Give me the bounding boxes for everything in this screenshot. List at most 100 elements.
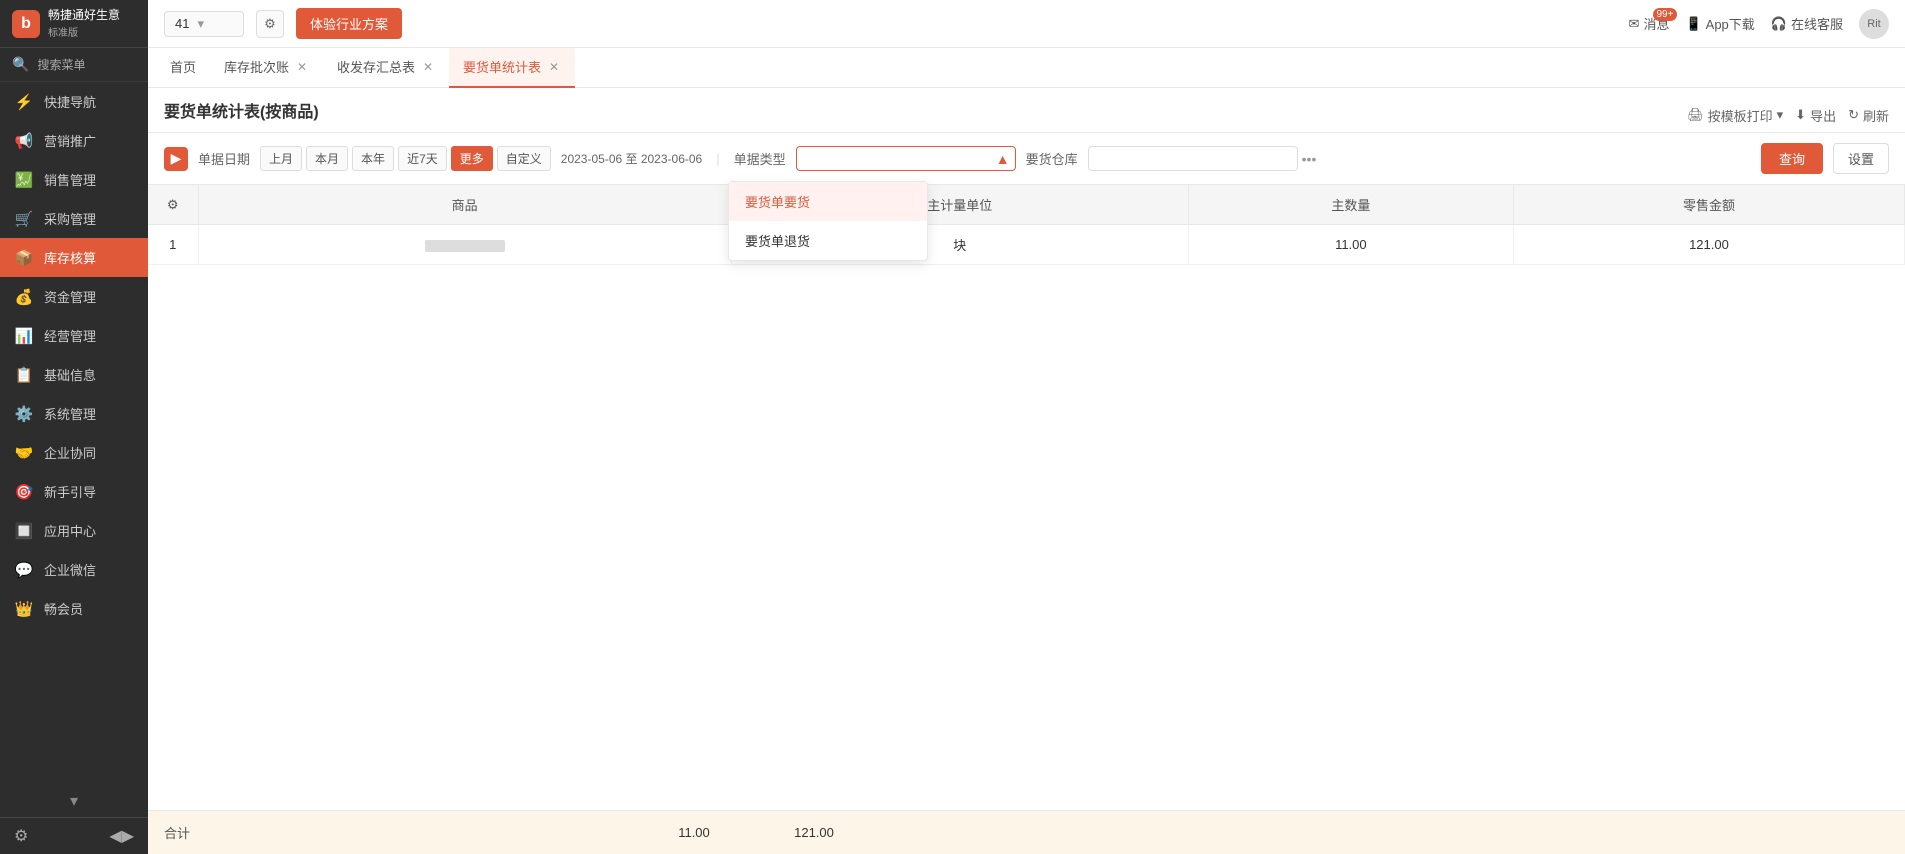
app-download-action[interactable]: 📱 App下载 <box>1685 14 1754 33</box>
system-icon: ⚙️ <box>14 405 34 423</box>
refresh-label: 刷新 <box>1863 106 1889 125</box>
dropdown-item-order-goods[interactable]: 要货单要货 <box>729 182 927 221</box>
sidebar-item-label-quick-nav: 快捷导航 <box>44 92 96 111</box>
sales-icon: 💹 <box>14 171 34 189</box>
sidebar-item-label-purchase: 采购管理 <box>44 209 96 228</box>
filter-bar: ▶ 单据日期 上月本月本年近7天更多自定义 2023-05-06 至 2023-… <box>148 133 1905 185</box>
set-btn[interactable]: 设置 <box>1833 143 1889 174</box>
print-icon: 🖨 <box>1687 107 1704 123</box>
refresh-action[interactable]: ↻ 刷新 <box>1848 106 1889 125</box>
guide-icon: 🎯 <box>14 483 34 501</box>
support-label: 在线客服 <box>1791 14 1843 33</box>
support-action[interactable]: 🎧 在线客服 <box>1771 14 1843 33</box>
sidebar-item-basic[interactable]: 📋 基础信息 <box>0 355 148 394</box>
app-name: 畅捷通好生意 <box>48 8 120 24</box>
table-row: 1块11.00121.00 <box>148 225 1905 265</box>
settings-icon[interactable]: ⚙ <box>14 826 28 846</box>
export-action[interactable]: ⬇ 导出 <box>1795 106 1836 125</box>
sidebar-item-business[interactable]: 📊 经营管理 <box>0 316 148 355</box>
sidebar-item-collab[interactable]: 🤝 企业协同 <box>0 433 148 472</box>
tab-label-receive-summary: 收发存汇总表 <box>337 57 415 76</box>
print-action[interactable]: 🖨 按模板打印 ▾ <box>1687 106 1783 125</box>
sidebar-item-label-system: 系统管理 <box>44 404 96 423</box>
date-btn-custom[interactable]: 自定义 <box>497 146 551 171</box>
warehouse-more-btn[interactable]: ••• <box>1302 151 1317 167</box>
tab-close-order-stats[interactable]: ✕ <box>547 60 561 74</box>
filter-expand-btn[interactable]: ▶ <box>164 147 188 171</box>
date-btn-last-month[interactable]: 上月 <box>260 146 302 171</box>
sidebar-item-system[interactable]: ⚙️ 系统管理 <box>0 394 148 433</box>
collab-icon: 🤝 <box>14 444 34 462</box>
page-header: 要货单统计表(按商品) 🖨 按模板打印 ▾ ⬇ 导出 ↻ 刷新 <box>148 88 1905 133</box>
messages-action[interactable]: ✉ 消息 99+ <box>1629 14 1670 33</box>
warehouse-input[interactable] <box>1088 146 1298 171</box>
warehouse-label: 要货仓库 <box>1026 149 1078 168</box>
export-label: 导出 <box>1810 106 1836 125</box>
type-select-input[interactable] <box>796 146 1016 171</box>
tab-close-receive-summary[interactable]: ✕ <box>421 60 435 74</box>
member-icon: 👑 <box>14 600 34 618</box>
sidebar-item-quick-nav[interactable]: ⚡ 快捷导航 <box>0 82 148 121</box>
col-index[interactable]: ⚙ <box>148 185 198 225</box>
tab-label-inventory-batch: 库存批次账 <box>224 57 289 76</box>
purchase-icon: 🛒 <box>14 210 34 228</box>
tab-inventory-batch[interactable]: 库存批次账 ✕ <box>210 48 323 88</box>
tab-close-inventory-batch[interactable]: ✕ <box>295 60 309 74</box>
sidebar-item-inventory[interactable]: 📦 库存核算 <box>0 238 148 277</box>
sidebar-item-sales[interactable]: 💹 销售管理 <box>0 160 148 199</box>
table-gear-icon[interactable]: ⚙ <box>167 197 179 212</box>
sidebar-item-appstore[interactable]: 🔲 应用中心 <box>0 511 148 550</box>
sidebar-item-finance[interactable]: 💰 资金管理 <box>0 277 148 316</box>
sidebar-item-purchase[interactable]: 🛒 采购管理 <box>0 199 148 238</box>
top-header: 41 ▾ ⚙ 体验行业方案 ✉ 消息 99+ 📱 App下载 🎧 在线客服 <box>148 0 1905 48</box>
sidebar-item-guide[interactable]: 🎯 新手引导 <box>0 472 148 511</box>
sidebar-scroll-down[interactable]: ▾ <box>0 785 148 817</box>
sidebar-item-member[interactable]: 👑 畅会员 <box>0 589 148 628</box>
industry-btn[interactable]: 体验行业方案 <box>296 8 402 39</box>
sidebar-item-label-wechat: 企业微信 <box>44 560 96 579</box>
gear-icon: ⚙ <box>264 16 276 32</box>
sidebar-nav: ⚡ 快捷导航 📢 营销推广 💹 销售管理 🛒 采购管理 📦 库存核算 💰 资金管… <box>0 82 148 785</box>
sidebar-item-label-collab: 企业协同 <box>44 443 96 462</box>
inventory-icon: 📦 <box>14 249 34 267</box>
sidebar-item-label-sales: 销售管理 <box>44 170 96 189</box>
user-avatar[interactable]: Rit <box>1859 9 1889 39</box>
tab-selector[interactable]: 41 ▾ <box>164 11 244 37</box>
tab-receive-summary[interactable]: 收发存汇总表 ✕ <box>323 48 449 88</box>
tab-number: 41 <box>175 16 189 31</box>
date-btn-this-year[interactable]: 本年 <box>352 146 394 171</box>
date-btn-7days[interactable]: 近7天 <box>398 146 447 171</box>
date-buttons: 上月本月本年近7天更多自定义 <box>260 146 551 171</box>
sidebar-item-wechat[interactable]: 💬 企业微信 <box>0 550 148 589</box>
tab-home[interactable]: 首页 <box>156 48 210 88</box>
tab-label-home: 首页 <box>170 57 196 76</box>
header-left: 41 ▾ ⚙ 体验行业方案 <box>164 8 402 39</box>
collapse-icon[interactable]: ◀▶ <box>109 826 134 846</box>
sidebar-search[interactable]: 🔍 搜索菜单 <box>0 48 148 82</box>
tab-order-stats[interactable]: 要货单统计表✕ <box>449 48 575 88</box>
col-product: 商品 <box>198 185 731 225</box>
type-select-arrow[interactable]: ▲ <box>996 151 1010 167</box>
main-area: 41 ▾ ⚙ 体验行业方案 ✉ 消息 99+ 📱 App下载 🎧 在线客服 <box>148 0 1905 854</box>
header-gear-btn[interactable]: ⚙ <box>256 10 284 38</box>
app-logo: b 畅捷通好生意 标准版 <box>0 0 148 48</box>
basic-icon: 📋 <box>14 366 34 384</box>
sidebar-item-label-appstore: 应用中心 <box>44 521 96 540</box>
cell-qty: 11.00 <box>1188 225 1513 265</box>
sidebar-item-label-basic: 基础信息 <box>44 365 96 384</box>
sidebar-item-label-inventory: 库存核算 <box>44 248 96 267</box>
dropdown-item-order-return[interactable]: 要货单退货 <box>729 221 927 260</box>
footer-label: 合计 <box>164 823 364 842</box>
app-download-label: App下载 <box>1706 14 1755 33</box>
export-icon: ⬇ <box>1795 107 1806 123</box>
sidebar-item-marketing[interactable]: 📢 营销推广 <box>0 121 148 160</box>
quick-nav-icon: ⚡ <box>14 93 34 111</box>
col-qty: 主数量 <box>1188 185 1513 225</box>
date-btn-more[interactable]: 更多 <box>451 146 493 171</box>
messages-badge: 99+ <box>1653 8 1678 21</box>
sidebar-item-label-finance: 资金管理 <box>44 287 96 306</box>
message-icon: ✉ <box>1629 16 1640 32</box>
avatar-text: Rit <box>1867 18 1880 30</box>
date-btn-this-month[interactable]: 本月 <box>306 146 348 171</box>
query-btn[interactable]: 查询 <box>1761 143 1823 174</box>
